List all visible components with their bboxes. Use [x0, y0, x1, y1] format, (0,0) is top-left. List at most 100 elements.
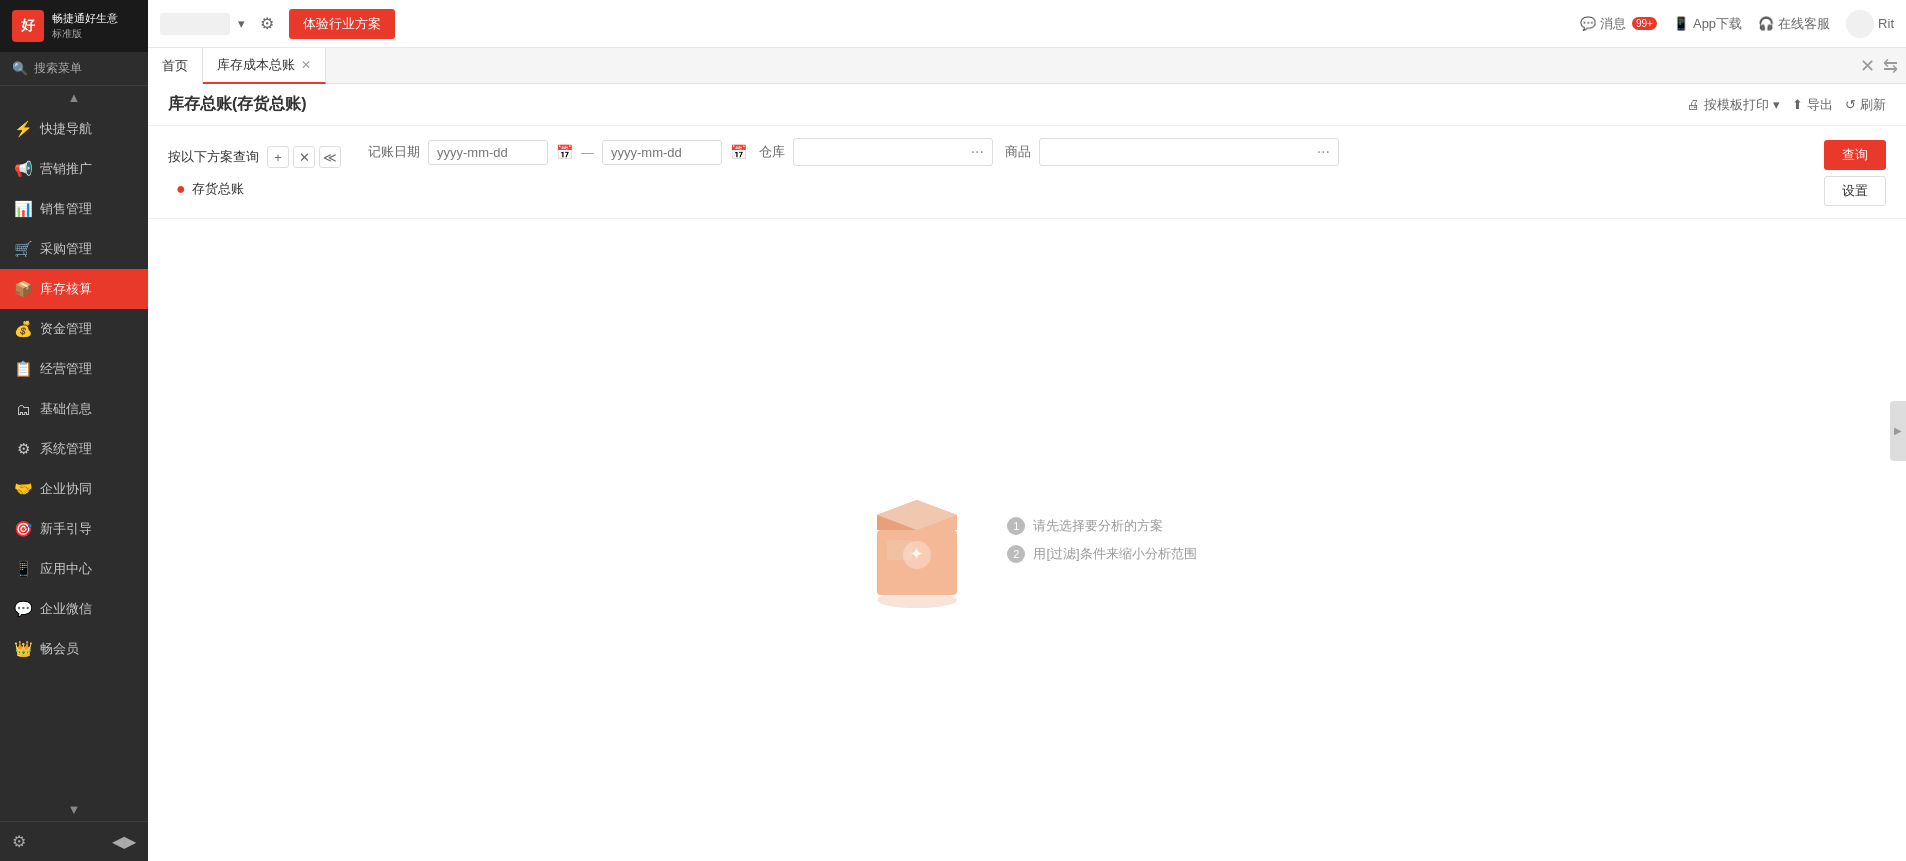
sidebar-search[interactable]: 🔍 搜索菜单: [0, 52, 148, 86]
print-icon: 🖨: [1687, 97, 1700, 112]
sidebar-item-label: 应用中心: [40, 560, 92, 578]
print-label: 按模板打印: [1704, 96, 1769, 114]
sidebar-bottom: ⚙ ◀▶: [0, 821, 148, 861]
user-area[interactable]: Rit: [1846, 10, 1894, 38]
sidebar-item-app-center[interactable]: 📱 应用中心: [0, 549, 148, 589]
hint-text-2: 用[过滤]条件来缩小分析范围: [1033, 545, 1196, 563]
collapse-scheme-btn[interactable]: ≪: [319, 146, 341, 168]
scheme-icon: ●: [176, 180, 186, 198]
sidebar-item-guide[interactable]: 🎯 新手引导: [0, 509, 148, 549]
export-btn[interactable]: ⬆ 导出: [1792, 96, 1833, 114]
export-label: 导出: [1807, 96, 1833, 114]
tab-inventory-cost[interactable]: 库存成本总账 ✕: [203, 48, 326, 84]
quick-nav-icon: ⚡: [14, 120, 32, 138]
sidebar-item-basic-info[interactable]: 🗂 基础信息: [0, 389, 148, 429]
query-btn[interactable]: 查询: [1824, 140, 1886, 170]
nav-placeholder: [160, 13, 230, 35]
sidebar-item-label: 营销推广: [40, 160, 92, 178]
main-content: ▾ ⚙ 体验行业方案 💬 消息 99+ 📱 App下载 🎧 在线客服 Rit: [148, 0, 1906, 861]
goods-select[interactable]: ···: [1039, 138, 1339, 166]
tab-close-icon[interactable]: ✕: [301, 58, 311, 72]
print-btn[interactable]: 🖨 按模板打印 ▾: [1687, 96, 1780, 114]
app-download-item[interactable]: 📱 App下载: [1673, 15, 1742, 33]
empty-illustration: ✦: [857, 480, 977, 600]
sidebar-item-funds[interactable]: 💰 资金管理: [0, 309, 148, 349]
date-end-input[interactable]: [602, 140, 722, 165]
hint-text-1: 请先选择要分析的方案: [1033, 517, 1163, 535]
user-name: Rit: [1878, 16, 1894, 31]
dropdown-btn[interactable]: ▾: [238, 16, 245, 31]
hint-num-2: 2: [1007, 545, 1025, 563]
page-title: 库存总账(存货总账): [168, 94, 307, 115]
goods-label: 商品: [1005, 143, 1031, 161]
wechat-icon: 💬: [14, 600, 32, 618]
sidebar-item-marketing[interactable]: 📢 营销推广: [0, 149, 148, 189]
goods-filter-row: 商品 ···: [1005, 138, 1339, 166]
hint-item-2: 2 用[过滤]条件来缩小分析范围: [1007, 545, 1196, 563]
sidebar-item-wechat[interactable]: 💬 企业微信: [0, 589, 148, 629]
sidebar-item-label: 畅会员: [40, 640, 79, 658]
sidebar-item-sales[interactable]: 📊 销售管理: [0, 189, 148, 229]
funds-icon: 💰: [14, 320, 32, 338]
expand-icon[interactable]: ⇆: [1883, 55, 1898, 77]
panel-toggle-icon: ▶: [1894, 425, 1902, 436]
collapse-icon[interactable]: ◀▶: [112, 832, 136, 851]
sidebar-scroll-down[interactable]: ▼: [0, 798, 148, 821]
right-panel-toggle[interactable]: ▶: [1890, 401, 1906, 461]
scheme-item-inventory[interactable]: ● 存货总账: [168, 176, 348, 202]
sidebar-item-enterprise[interactable]: 🤝 企业协同: [0, 469, 148, 509]
filter-label-btns: + ✕ ≪: [267, 146, 341, 168]
message-badge: 99+: [1632, 17, 1657, 30]
filter-label-text: 按以下方案查询: [168, 148, 259, 166]
sidebar-item-system[interactable]: ⚙ 系统管理: [0, 429, 148, 469]
empty-hints: 1 请先选择要分析的方案 2 用[过滤]条件来缩小分析范围: [1007, 517, 1196, 563]
tab-home[interactable]: 首页: [148, 48, 203, 84]
tab-home-label: 首页: [162, 57, 188, 75]
sidebar-item-quick-nav[interactable]: ⚡ 快捷导航: [0, 109, 148, 149]
sidebar-item-label: 新手引导: [40, 520, 92, 538]
export-icon: ⬆: [1792, 97, 1803, 112]
sidebar-search-label: 搜索菜单: [34, 60, 82, 77]
sidebar-item-label: 采购管理: [40, 240, 92, 258]
message-item[interactable]: 💬 消息 99+: [1580, 15, 1657, 33]
tab-close-area: ✕ ⇆: [1860, 55, 1906, 77]
tab-inventory-cost-label: 库存成本总账: [217, 56, 295, 74]
date-start-input[interactable]: [428, 140, 548, 165]
add-scheme-btn[interactable]: +: [267, 146, 289, 168]
sidebar-item-vip[interactable]: 👑 畅会员: [0, 629, 148, 669]
settings-btn[interactable]: 设置: [1824, 176, 1886, 206]
app-name: 畅捷通好生意: [52, 11, 118, 26]
sidebar-scroll-up[interactable]: ▲: [0, 86, 148, 109]
inventory-icon: 📦: [14, 280, 32, 298]
user-avatar: [1846, 10, 1874, 38]
calendar-end-icon[interactable]: 📅: [730, 144, 747, 160]
goods-more-icon[interactable]: ···: [1317, 143, 1330, 161]
app-version: 标准版: [52, 27, 118, 41]
sidebar-item-label: 系统管理: [40, 440, 92, 458]
warehouse-label: 仓库: [759, 143, 785, 161]
guide-icon: 🎯: [14, 520, 32, 538]
empty-state: ✦ 1 请先选择要分析的方案 2 用[过滤]条件来缩小分析范围: [148, 219, 1906, 861]
sidebar-item-purchase[interactable]: 🛒 采购管理: [0, 229, 148, 269]
sidebar-item-operation[interactable]: 📋 经营管理: [0, 349, 148, 389]
delete-scheme-btn[interactable]: ✕: [293, 146, 315, 168]
system-icon: ⚙: [14, 440, 32, 458]
app-download-label: App下载: [1693, 15, 1742, 33]
refresh-btn[interactable]: ↺ 刷新: [1845, 96, 1886, 114]
warehouse-more-icon[interactable]: ···: [971, 143, 984, 161]
page-content: 库存总账(存货总账) 🖨 按模板打印 ▾ ⬆ 导出 ↺ 刷新: [148, 84, 1906, 861]
sidebar-item-label: 企业协同: [40, 480, 92, 498]
refresh-label: 刷新: [1860, 96, 1886, 114]
calendar-start-icon[interactable]: 📅: [556, 144, 573, 160]
empty-state-content: ✦ 1 请先选择要分析的方案 2 用[过滤]条件来缩小分析范围: [857, 480, 1196, 600]
warehouse-select[interactable]: ···: [793, 138, 993, 166]
header-settings-icon[interactable]: ⚙: [253, 10, 281, 38]
close-panel-icon[interactable]: ✕: [1860, 55, 1875, 77]
enterprise-icon: 🤝: [14, 480, 32, 498]
sidebar-item-inventory[interactable]: 📦 库存核算: [0, 269, 148, 309]
online-service-item[interactable]: 🎧 在线客服: [1758, 15, 1830, 33]
filter-area: 按以下方案查询 + ✕ ≪ ● 存货总账 记账日期 📅: [148, 126, 1906, 219]
message-label: 消息: [1600, 15, 1626, 33]
industry-btn[interactable]: 体验行业方案: [289, 9, 395, 39]
settings-bottom-icon[interactable]: ⚙: [12, 832, 26, 851]
